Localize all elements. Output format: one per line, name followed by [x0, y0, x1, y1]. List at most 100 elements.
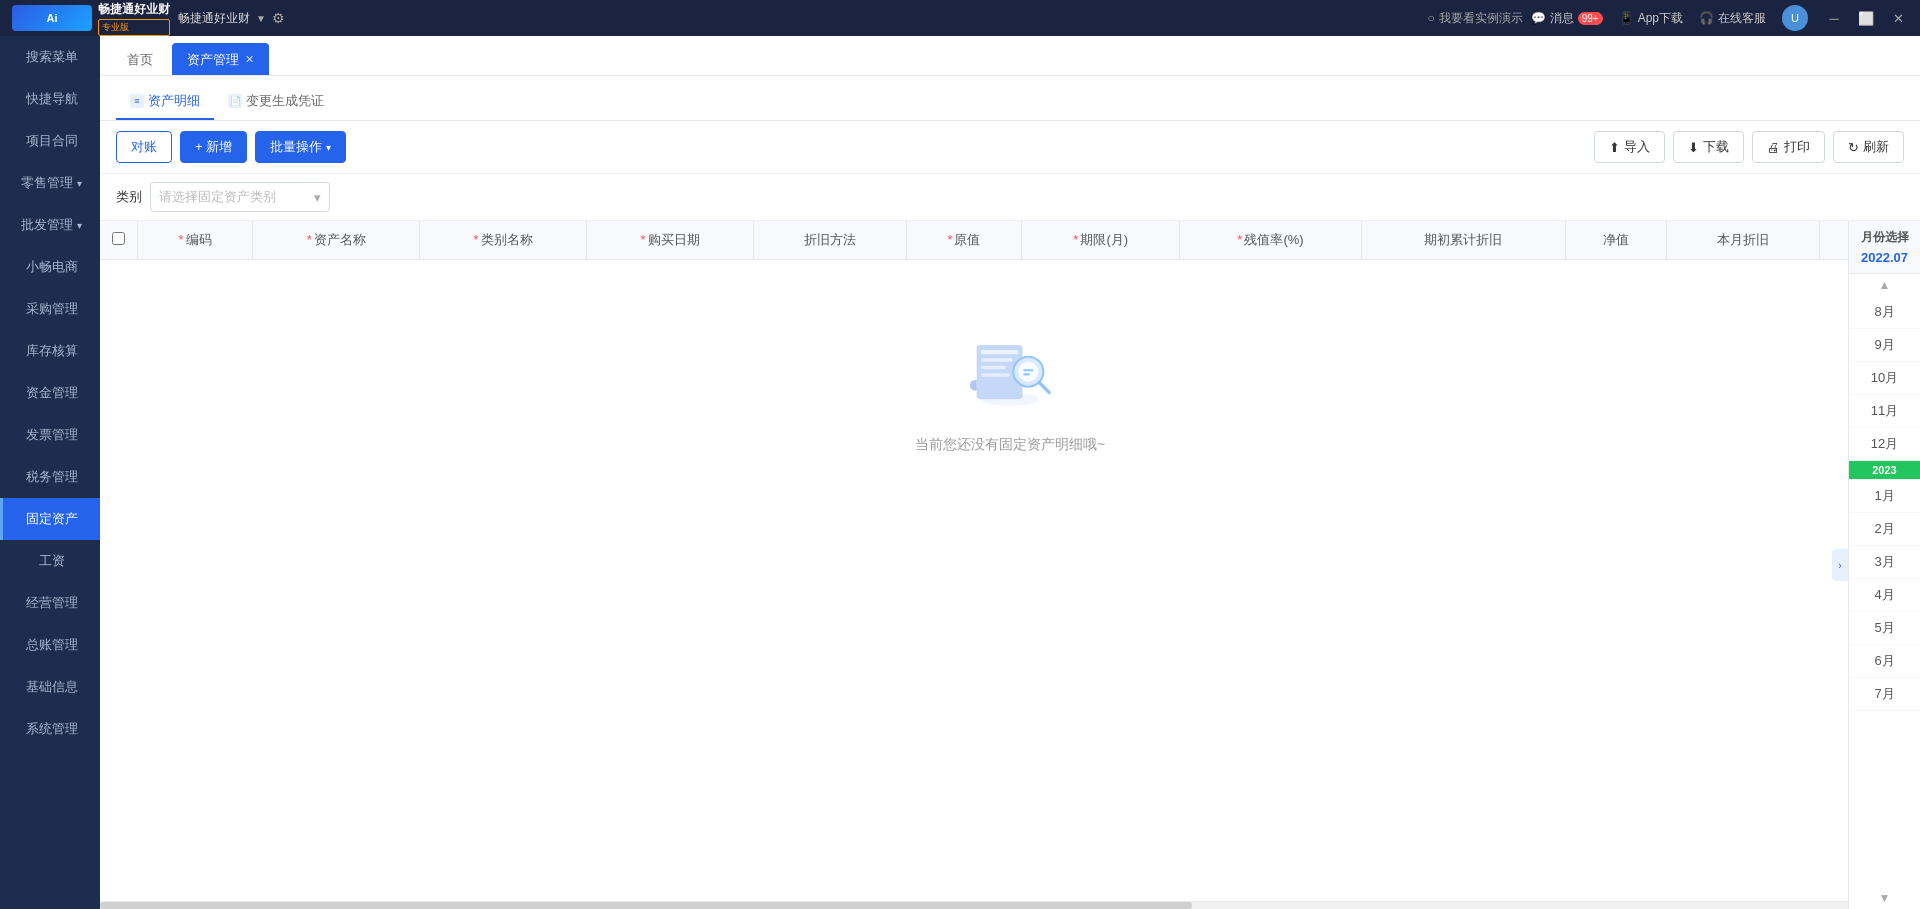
toolbar: 对账 + 新增 批量操作 ▾ ⬆ 导入 ⬇ 下载 🖨	[100, 121, 1920, 174]
sidebar-item-invoice[interactable]: 发票管理	[0, 414, 100, 456]
month-item-3[interactable]: 3月	[1849, 546, 1920, 579]
refresh-button[interactable]: ↻ 刷新	[1833, 131, 1904, 163]
sidebar-label: 小畅电商	[26, 258, 78, 276]
svg-line-8	[1039, 383, 1049, 393]
download-button[interactable]: ⬇ 下载	[1673, 131, 1744, 163]
month-item-7[interactable]: 7月	[1849, 678, 1920, 711]
refresh-icon: ↻	[1848, 140, 1859, 155]
settings-icon[interactable]: ⚙	[272, 10, 285, 26]
chevron-down-icon: ▾	[77, 220, 82, 231]
messages-button[interactable]: 💬 消息 99+	[1531, 10, 1603, 27]
app-subtitle: 专业版	[98, 19, 170, 36]
import-icon: ⬆	[1609, 140, 1620, 155]
sidebar-label: 发票管理	[26, 426, 78, 444]
month-picker-toggle[interactable]: ›	[1832, 549, 1848, 581]
tab-label: 资产管理	[187, 51, 239, 69]
company-selector[interactable]: 畅捷通好业财 ▼ ⚙	[178, 10, 1419, 27]
col-net-value: 净值	[1566, 221, 1667, 260]
empty-illustration	[960, 320, 1060, 420]
sidebar-label: 项目合同	[26, 132, 78, 150]
sidebar-item-general-ledger[interactable]: 总账管理	[0, 624, 100, 666]
import-button[interactable]: ⬆ 导入	[1594, 131, 1665, 163]
demo-link[interactable]: ○ 我要看实例演示	[1427, 10, 1522, 27]
month-item-8[interactable]: 8月	[1849, 296, 1920, 329]
month-scroll-up[interactable]: ▲	[1849, 274, 1920, 296]
sidebar-item-ecommerce[interactable]: 小畅电商	[0, 246, 100, 288]
maximize-button[interactable]: ⬜	[1852, 4, 1880, 32]
document-icon: 📄	[228, 94, 242, 108]
tab-home[interactable]: 首页	[112, 43, 168, 75]
month-item-2[interactable]: 2月	[1849, 513, 1920, 546]
close-button[interactable]: ✕	[1884, 4, 1912, 32]
sidebar-item-quick-nav[interactable]: 快捷导航	[0, 78, 100, 120]
sidebar-label: 采购管理	[26, 300, 78, 318]
month-picker-title: 月份选择	[1855, 229, 1914, 246]
user-avatar[interactable]: U	[1782, 5, 1808, 31]
subtab-label: 资产明细	[148, 92, 200, 110]
window-controls: ─ ⬜ ✕	[1820, 4, 1912, 32]
reconcile-button[interactable]: 对账	[116, 131, 172, 163]
empty-state: 当前您还没有固定资产明细哦~	[100, 260, 1920, 514]
sidebar-label: 搜索菜单	[26, 48, 78, 66]
svg-rect-3	[981, 358, 1013, 361]
sidebar-label: 经营管理	[26, 594, 78, 612]
col-category: *类别名称	[420, 221, 587, 260]
print-icon: 🖨	[1767, 140, 1780, 155]
month-item-11[interactable]: 11月	[1849, 395, 1920, 428]
sidebar-item-operations[interactable]: 经营管理	[0, 582, 100, 624]
sidebar-item-inventory[interactable]: 库存核算	[0, 330, 100, 372]
tab-close-icon[interactable]: ✕	[245, 54, 254, 65]
chevron-down-icon: ▾	[326, 142, 331, 153]
svg-rect-10	[1023, 373, 1030, 375]
batch-ops-button[interactable]: 批量操作 ▾	[255, 131, 346, 163]
tab-bar: 首页 资产管理 ✕	[100, 36, 1920, 76]
sidebar-item-wholesale[interactable]: 批发管理 ▾	[0, 204, 100, 246]
sidebar-item-purchase[interactable]: 采购管理	[0, 288, 100, 330]
sidebar-label: 系统管理	[26, 720, 78, 738]
sidebar-item-basic-info[interactable]: 基础信息	[0, 666, 100, 708]
month-item-10[interactable]: 10月	[1849, 362, 1920, 395]
app-download-button[interactable]: 📱 App下载	[1619, 10, 1683, 27]
headset-icon: 🎧	[1699, 11, 1714, 25]
subtab-change-voucher[interactable]: 📄 变更生成凭证	[214, 86, 338, 120]
add-button[interactable]: + 新增	[180, 131, 247, 163]
month-item-5[interactable]: 5月	[1849, 612, 1920, 645]
sidebar-item-finance[interactable]: 资金管理	[0, 372, 100, 414]
print-button[interactable]: 🖨 打印	[1752, 131, 1825, 163]
sidebar-label: 基础信息	[26, 678, 78, 696]
month-item-6[interactable]: 6月	[1849, 645, 1920, 678]
subtab-asset-detail[interactable]: ≡ 资产明细	[116, 86, 214, 120]
month-item-1[interactable]: 1月	[1849, 480, 1920, 513]
select-all-checkbox[interactable]	[112, 232, 125, 245]
download-icon: ⬇	[1688, 140, 1699, 155]
chevron-down-icon: ▾	[77, 178, 82, 189]
month-item-4[interactable]: 4月	[1849, 579, 1920, 612]
sidebar-item-system[interactable]: 系统管理	[0, 708, 100, 750]
minimize-button[interactable]: ─	[1820, 4, 1848, 32]
sidebar-item-salary[interactable]: 工资	[0, 540, 100, 582]
col-code: *编码	[138, 221, 253, 260]
table-container: *编码 *资产名称 *类别名称 *购买日期 折旧方法 *原值 *期限(月) *残…	[100, 221, 1920, 909]
sub-tabs: ≡ 资产明细 📄 变更生成凭证	[100, 76, 1920, 121]
horizontal-scrollbar[interactable]	[100, 901, 1920, 909]
month-item-9[interactable]: 9月	[1849, 329, 1920, 362]
brand-logo: Ai	[12, 5, 92, 31]
sidebar-item-project[interactable]: 项目合同	[0, 120, 100, 162]
message-icon: 💬	[1531, 11, 1546, 25]
sidebar-item-fixed-assets[interactable]: 固定资产	[0, 498, 100, 540]
batch-label: 批量操作	[270, 138, 322, 156]
sidebar-item-tax[interactable]: 税务管理	[0, 456, 100, 498]
category-select[interactable]: 请选择固定资产类别 ▾	[150, 182, 330, 212]
sidebar-label: 库存核算	[26, 342, 78, 360]
tab-asset-mgmt[interactable]: 资产管理 ✕	[172, 43, 269, 75]
sidebar-label: 税务管理	[26, 468, 78, 486]
sidebar-item-retail[interactable]: 零售管理 ▾	[0, 162, 100, 204]
month-item-12[interactable]: 12月	[1849, 428, 1920, 461]
category-select-placeholder: 请选择固定资产类别	[159, 188, 310, 206]
subtab-label: 变更生成凭证	[246, 92, 324, 110]
sidebar-label: 工资	[39, 552, 65, 570]
sidebar-item-search[interactable]: 搜索菜单	[0, 36, 100, 78]
content-area: ≡ 资产明细 📄 变更生成凭证 对账 + 新增 批量操作 ▾ ⬆	[100, 76, 1920, 909]
online-service-button[interactable]: 🎧 在线客服	[1699, 10, 1766, 27]
month-scroll-down[interactable]: ▼	[1849, 887, 1920, 909]
